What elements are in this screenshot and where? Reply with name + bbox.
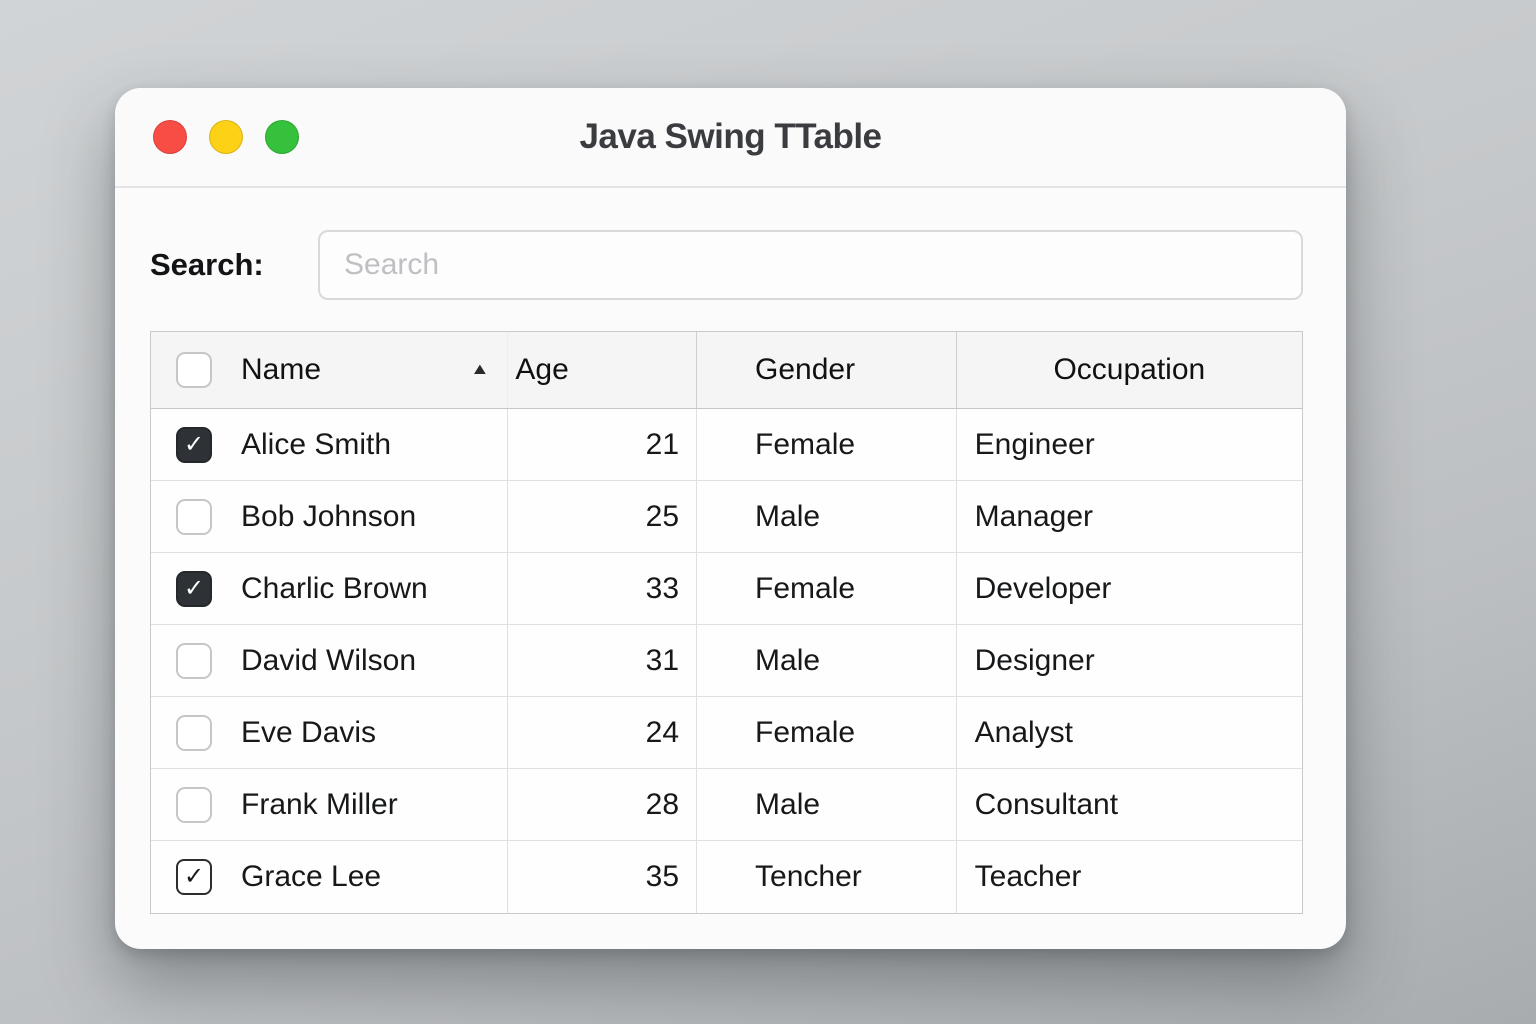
table-header-row: Name ▲ Age Gender Occupation — [151, 332, 1302, 409]
age-cell: 28 — [508, 769, 698, 840]
age-cell: 35 — [508, 841, 698, 913]
occupation-cell: Consultant — [974, 787, 1119, 821]
name-cell: Bob Johnson — [241, 499, 417, 533]
zoom-window-button[interactable] — [265, 120, 299, 154]
age-cell: 21 — [508, 409, 698, 480]
table-row[interactable]: ✓ Alice Smith 21 Female Engineer — [151, 409, 1302, 481]
name-cell: Frank Miller — [241, 787, 398, 821]
gender-cell: Male — [697, 625, 957, 696]
gender-cell: Male — [697, 769, 957, 840]
window-titlebar: Java Swing TTable — [115, 88, 1346, 188]
minimize-window-button[interactable] — [209, 120, 243, 154]
sort-ascending-icon: ▲ — [469, 361, 490, 378]
column-header-gender-label: Gender — [755, 353, 856, 386]
name-cell-container: ✓ Grace Lee — [151, 841, 509, 913]
search-label: Search: — [150, 247, 264, 282]
table-row[interactable]: ✓ Grace Lee 35 Tencher Teacher — [151, 841, 1302, 913]
search-input[interactable] — [318, 230, 1303, 300]
column-header-age[interactable]: Age — [508, 332, 698, 408]
traffic-light-buttons — [153, 88, 299, 186]
column-header-occupation[interactable]: Occupation — [957, 332, 1302, 408]
name-cell-container: David Wilson — [151, 625, 509, 696]
column-header-occupation-label: Occupation — [1053, 353, 1206, 386]
name-cell-container: Frank Miller — [151, 769, 509, 840]
column-header-name[interactable]: Name ▲ — [151, 332, 509, 408]
name-cell: David Wilson — [241, 643, 417, 677]
row-checkbox[interactable] — [176, 642, 212, 679]
row-checkbox[interactable] — [176, 714, 212, 751]
select-all-checkbox[interactable] — [176, 352, 212, 388]
window-content: Search: Name ▲ Age Gender — [115, 188, 1346, 914]
table-body: ✓ Alice Smith 21 Female Engineer Bob Joh… — [151, 409, 1302, 913]
column-header-age-label: Age — [515, 353, 569, 386]
row-checkbox[interactable]: ✓ — [176, 570, 212, 607]
table-row[interactable]: David Wilson 31 Male Designer — [151, 625, 1302, 697]
desktop-background: Java Swing TTable Search: Name ▲ Age — [0, 0, 1536, 1024]
age-cell: 33 — [508, 553, 698, 624]
row-checkbox[interactable] — [176, 498, 212, 535]
name-cell: Alice Smith — [241, 427, 392, 461]
close-window-button[interactable] — [153, 120, 187, 154]
app-window: Java Swing TTable Search: Name ▲ Age — [115, 88, 1346, 949]
window-title: Java Swing TTable — [579, 117, 882, 156]
occupation-cell: Engineer — [974, 427, 1095, 461]
data-table: Name ▲ Age Gender Occupation ✓ Alice Smi… — [150, 331, 1303, 914]
gender-cell: Male — [697, 481, 957, 552]
name-cell-container: ✓ Charlic Brown — [151, 553, 509, 624]
name-cell: Charlic Brown — [241, 571, 428, 605]
occupation-cell: Designer — [974, 643, 1095, 677]
name-cell-container: Eve Davis — [151, 697, 509, 768]
occupation-cell: Manager — [974, 499, 1094, 533]
table-row[interactable]: Bob Johnson 25 Male Manager — [151, 481, 1302, 553]
occupation-cell: Teacher — [974, 860, 1082, 893]
name-cell: Eve Davis — [241, 715, 377, 749]
name-cell-container: Bob Johnson — [151, 481, 509, 552]
name-cell: Grace Lee — [241, 860, 382, 893]
gender-cell: Female — [697, 409, 957, 480]
column-header-gender[interactable]: Gender — [697, 332, 957, 408]
row-checkbox[interactable]: ✓ — [176, 426, 212, 463]
gender-cell: Female — [697, 553, 957, 624]
gender-cell: Female — [697, 697, 957, 768]
occupation-cell: Developer — [974, 571, 1112, 605]
age-cell: 31 — [508, 625, 698, 696]
table-row[interactable]: ✓ Charlic Brown 33 Female Developer — [151, 553, 1302, 625]
age-cell: 24 — [508, 697, 698, 768]
row-checkbox[interactable] — [176, 786, 212, 823]
age-cell: 25 — [508, 481, 698, 552]
table-row[interactable]: Frank Miller 28 Male Consultant — [151, 769, 1302, 841]
name-cell-container: ✓ Alice Smith — [151, 409, 509, 480]
search-bar: Search: — [150, 230, 1303, 300]
row-checkbox[interactable]: ✓ — [176, 859, 212, 895]
occupation-cell: Analyst — [974, 715, 1074, 749]
table-row[interactable]: Eve Davis 24 Female Analyst — [151, 697, 1302, 769]
gender-cell: Tencher — [697, 841, 957, 913]
column-header-name-label: Name — [241, 353, 322, 386]
